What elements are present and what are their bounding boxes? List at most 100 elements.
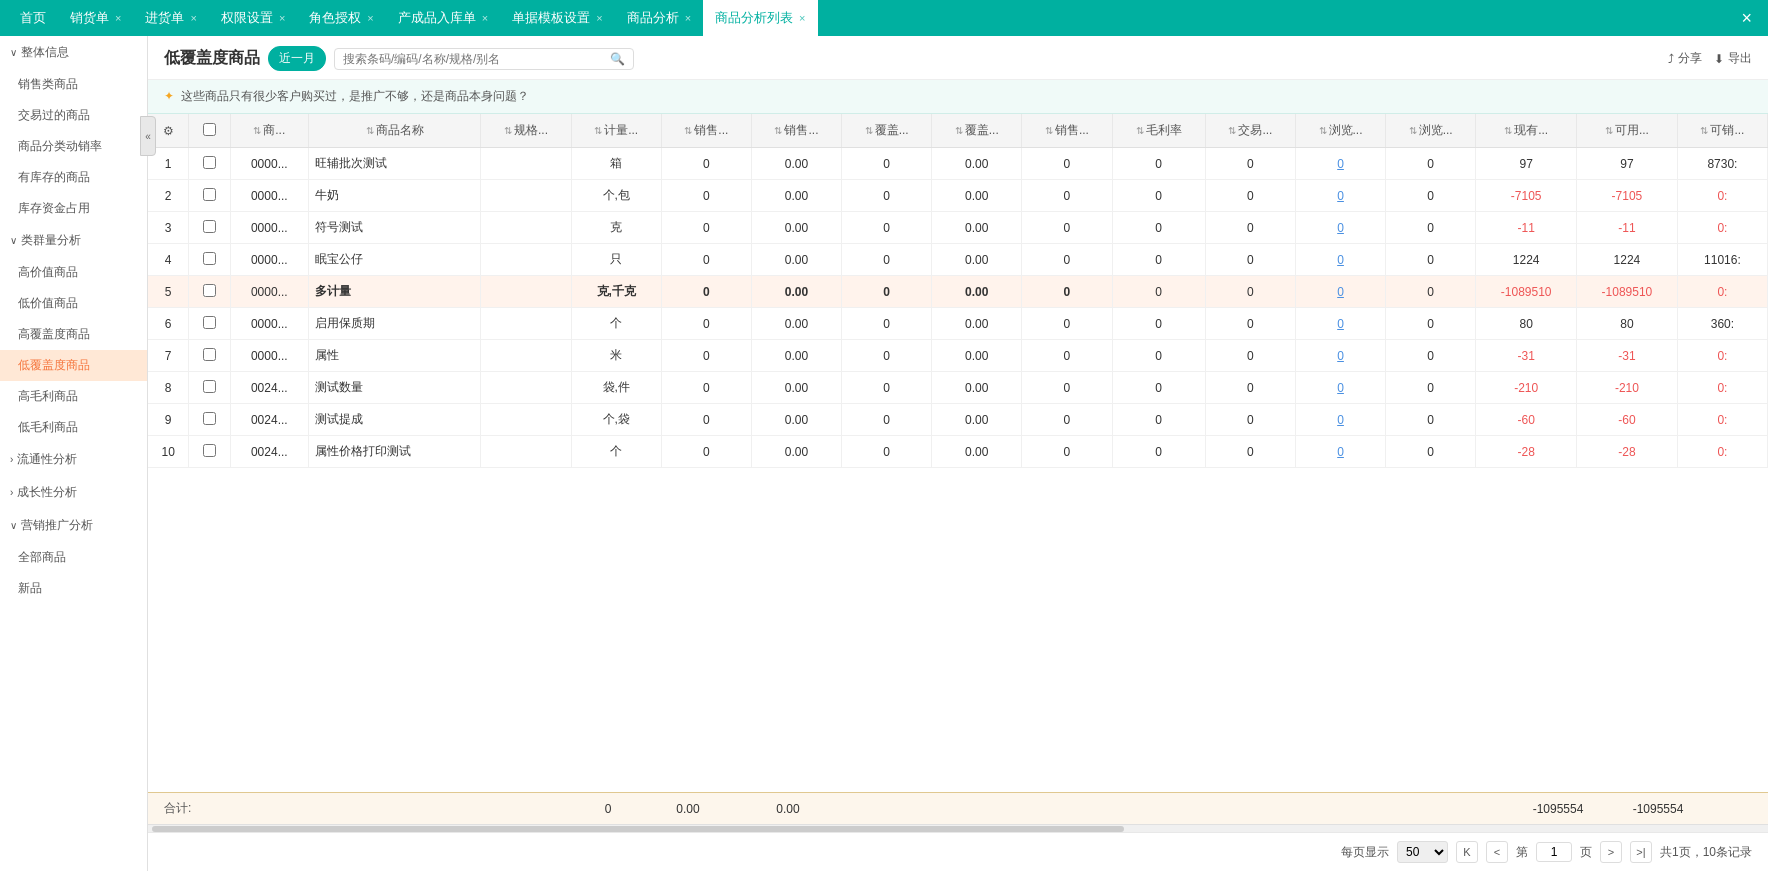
nav-tab-商品分析[interactable]: 商品分析× <box>615 0 703 36</box>
sidebar-item-低覆盖度商品[interactable]: 低覆盖度商品 <box>0 350 147 381</box>
sidebar-item-库存资金占用[interactable]: 库存资金占用 <box>0 193 147 224</box>
sidebar-item-全部商品[interactable]: 全部商品 <box>0 542 147 573</box>
nav-tab-角色授权[interactable]: 角色授权× <box>297 0 385 36</box>
sidebar-section-0[interactable]: ∨整体信息 <box>0 36 147 69</box>
col-header-gross_margin[interactable]: ⇅毛利率 <box>1112 114 1205 148</box>
nav-tab-进货单[interactable]: 进货单× <box>133 0 208 36</box>
browse-link[interactable]: 0 <box>1337 317 1344 331</box>
row-checkbox-input[interactable] <box>203 380 216 393</box>
settings-icon[interactable]: ⚙ <box>163 124 174 138</box>
col-header-trade[interactable]: ⇅交易... <box>1205 114 1295 148</box>
browse-link[interactable]: 0 <box>1337 221 1344 235</box>
tab-close-icon[interactable]: × <box>367 12 373 24</box>
row-checkbox-input[interactable] <box>203 156 216 169</box>
sidebar-item-有库存的商品[interactable]: 有库存的商品 <box>0 162 147 193</box>
sidebar-item-高覆盖度商品[interactable]: 高覆盖度商品 <box>0 319 147 350</box>
nav-tab-权限设置[interactable]: 权限设置× <box>209 0 297 36</box>
sidebar-collapse-button[interactable]: « <box>140 116 156 156</box>
row-available-stock: -11 <box>1577 212 1678 244</box>
nav-tab-销货单[interactable]: 销货单× <box>58 0 133 36</box>
tab-close-icon[interactable]: × <box>482 12 488 24</box>
sidebar-section-3[interactable]: ›成长性分析 <box>0 476 147 509</box>
nav-tab-商品分析列表[interactable]: 商品分析列表× <box>703 0 817 36</box>
horizontal-scrollbar[interactable] <box>148 824 1768 832</box>
col-header-code[interactable]: ⇅商... <box>230 114 309 148</box>
col-header-browse2[interactable]: ⇅浏览... <box>1386 114 1476 148</box>
col-header-current_stock[interactable]: ⇅现有... <box>1476 114 1577 148</box>
row-checkbox-input[interactable] <box>203 348 216 361</box>
row-checkbox-input[interactable] <box>203 412 216 425</box>
col-header-spec[interactable]: ⇅规格... <box>481 114 571 148</box>
filter-recent-month-button[interactable]: 近一月 <box>268 46 326 71</box>
table-row: 10000...旺辅批次测试箱00.0000.000000097978730: <box>148 148 1768 180</box>
search-box: 🔍 <box>334 48 634 70</box>
tab-close-icon[interactable]: × <box>190 12 196 24</box>
sidebar-item-低毛利商品[interactable]: 低毛利商品 <box>0 412 147 443</box>
col-header-coverage1[interactable]: ⇅覆盖... <box>842 114 932 148</box>
search-input[interactable] <box>343 52 606 66</box>
browse-link[interactable]: 0 <box>1337 157 1344 171</box>
page-number-input[interactable] <box>1536 842 1572 862</box>
sidebar-item-新品[interactable]: 新品 <box>0 573 147 604</box>
last-page-button[interactable]: >| <box>1630 841 1652 863</box>
sidebar-item-高价值商品[interactable]: 高价值商品 <box>0 257 147 288</box>
tab-close-icon[interactable]: × <box>799 12 805 24</box>
col-header-saleable[interactable]: ⇅可销... <box>1677 114 1767 148</box>
sidebar-item-商品分类动销率[interactable]: 商品分类动销率 <box>0 131 147 162</box>
row-checkbox-input[interactable] <box>203 252 216 265</box>
share-button[interactable]: ⤴ 分享 <box>1668 50 1702 67</box>
sidebar-section-4[interactable]: ∨营销推广分析 <box>0 509 147 542</box>
browse-link[interactable]: 0 <box>1337 285 1344 299</box>
window-close-button[interactable]: × <box>1733 8 1760 29</box>
row-checkbox-input[interactable] <box>203 444 216 457</box>
tab-close-icon[interactable]: × <box>115 12 121 24</box>
sidebar-item-销售类商品[interactable]: 销售类商品 <box>0 69 147 100</box>
nav-tab-单据模板设置[interactable]: 单据模板设置× <box>500 0 614 36</box>
row-checkbox-input[interactable] <box>203 284 216 297</box>
browse-link[interactable]: 0 <box>1337 189 1344 203</box>
row-trade: 0 <box>1205 148 1295 180</box>
browse-link[interactable]: 0 <box>1337 253 1344 267</box>
per-page-select[interactable]: 50 100 200 <box>1397 841 1448 863</box>
row-checkbox-input[interactable] <box>203 188 216 201</box>
col-header-available_stock[interactable]: ⇅可用... <box>1577 114 1678 148</box>
select-all-checkbox[interactable] <box>203 123 216 136</box>
tab-close-icon[interactable]: × <box>685 12 691 24</box>
sidebar-section-1[interactable]: ∨类群量分析 <box>0 224 147 257</box>
nav-tab-产成品入库单[interactable]: 产成品入库单× <box>386 0 500 36</box>
col-header-coverage2[interactable]: ⇅覆盖... <box>932 114 1022 148</box>
row-browse1: 0 <box>1295 276 1385 308</box>
sidebar-item-交易过的商品[interactable]: 交易过的商品 <box>0 100 147 131</box>
row-checkbox-input[interactable] <box>203 316 216 329</box>
export-button[interactable]: ⬇ 导出 <box>1714 50 1752 67</box>
col-header-sales_count[interactable]: ⇅销售... <box>661 114 751 148</box>
row-number: 7 <box>148 340 189 372</box>
tab-close-icon[interactable]: × <box>596 12 602 24</box>
prev-page-button[interactable]: < <box>1486 841 1508 863</box>
sidebar-section-2[interactable]: ›流通性分析 <box>0 443 147 476</box>
table-container[interactable]: ⚙⇅商...⇅商品名称⇅规格...⇅计量...⇅销售...⇅销售...⇅覆盖..… <box>148 114 1768 792</box>
col-header-unit[interactable]: ⇅计量... <box>571 114 661 148</box>
browse-link[interactable]: 0 <box>1337 445 1344 459</box>
content-area: 低覆盖度商品 近一月 🔍 ⤴ 分享 ⬇ 导出 <box>148 36 1768 871</box>
col-header-sales_amount[interactable]: ⇅销售... <box>751 114 841 148</box>
first-page-button[interactable]: K <box>1456 841 1478 863</box>
col-header-checkbox[interactable] <box>189 114 230 148</box>
browse-link[interactable]: 0 <box>1337 413 1344 427</box>
sidebar-item-高毛利商品[interactable]: 高毛利商品 <box>0 381 147 412</box>
section-arrow-icon: ∨ <box>10 47 17 58</box>
col-header-sales3[interactable]: ⇅销售... <box>1022 114 1112 148</box>
row-browse1: 0 <box>1295 180 1385 212</box>
search-icon[interactable]: 🔍 <box>610 52 625 66</box>
nav-tab-首页[interactable]: 首页 <box>8 0 58 36</box>
browse-link[interactable]: 0 <box>1337 349 1344 363</box>
sidebar-item-低价值商品[interactable]: 低价值商品 <box>0 288 147 319</box>
next-page-button[interactable]: > <box>1600 841 1622 863</box>
row-gross-margin: 0 <box>1112 148 1205 180</box>
row-checkbox-input[interactable] <box>203 220 216 233</box>
tab-close-icon[interactable]: × <box>279 12 285 24</box>
row-browse1: 0 <box>1295 404 1385 436</box>
browse-link[interactable]: 0 <box>1337 381 1344 395</box>
col-header-browse1[interactable]: ⇅浏览... <box>1295 114 1385 148</box>
col-header-name[interactable]: ⇅商品名称 <box>309 114 481 148</box>
